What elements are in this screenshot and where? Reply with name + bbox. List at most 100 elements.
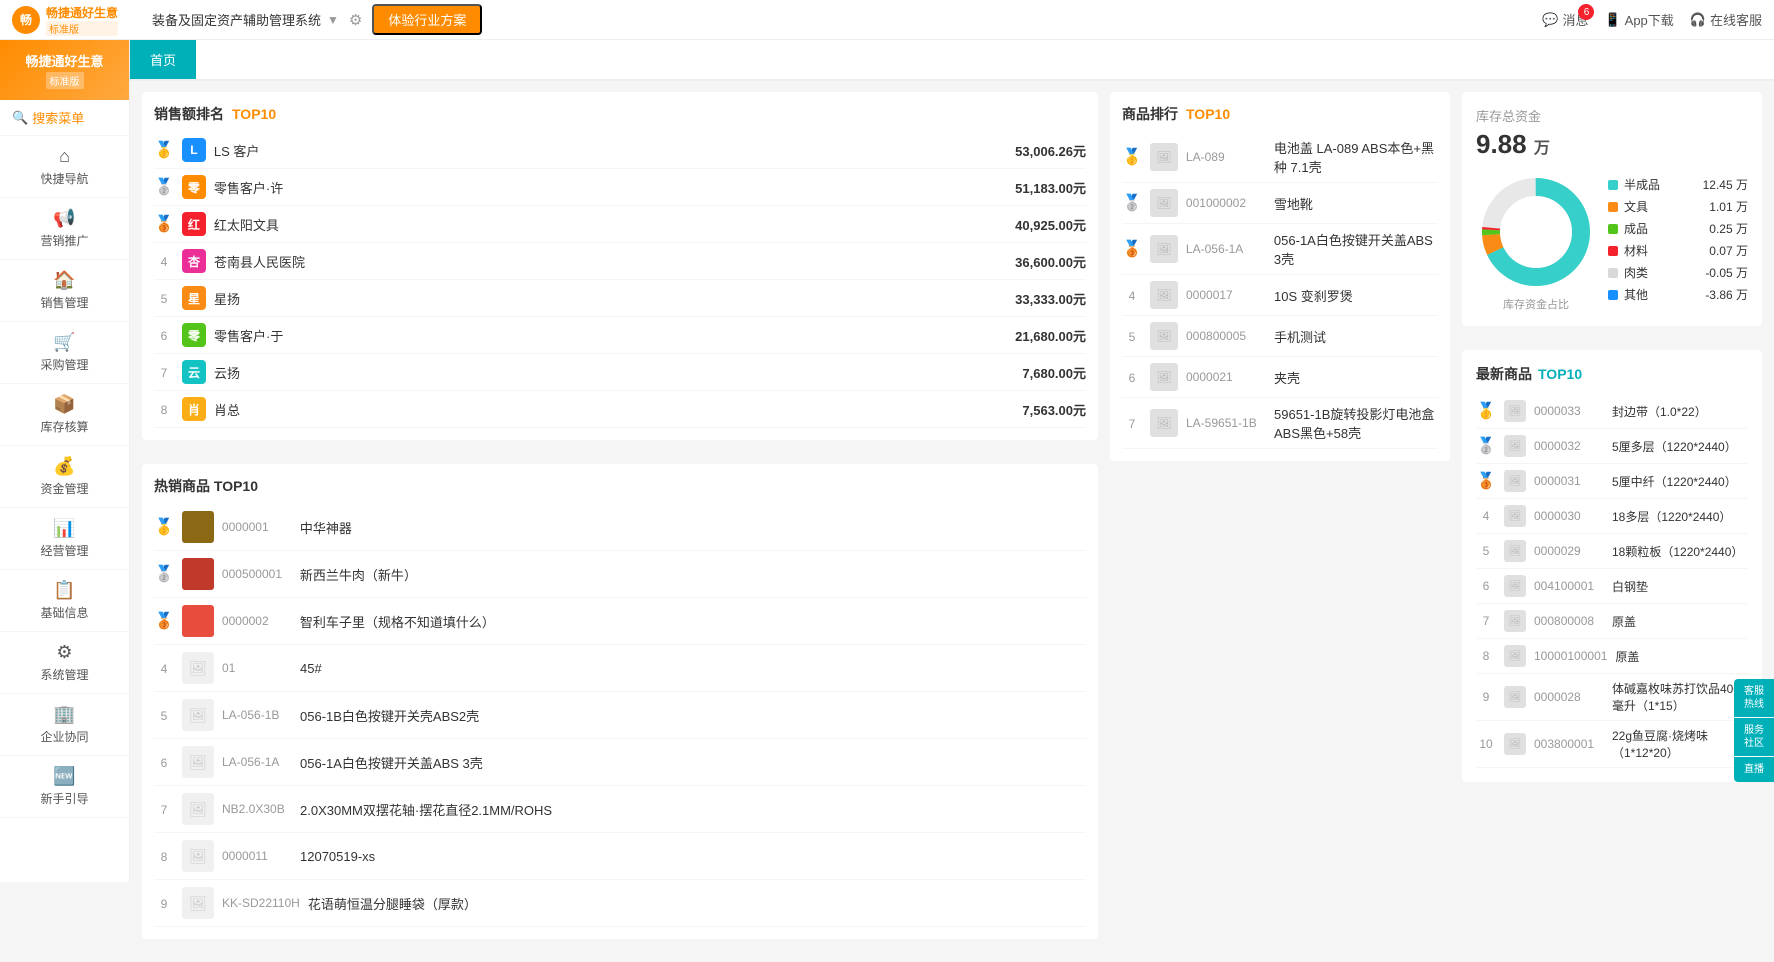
chevron-down-icon[interactable]: ▼ (327, 13, 339, 27)
sidebar-item-label: 营销推广 (40, 232, 88, 249)
sales-rank-row: 4 杏 苍南县人民医院 36,600.00元 (154, 243, 1086, 280)
sales-rank-row: 7 云 云扬 7,680.00元 (154, 354, 1086, 391)
new-product-name: 18多层（1220*2440） (1612, 508, 1748, 525)
legend-dot-finished (1608, 224, 1618, 234)
new-product-code: 000800008 (1534, 614, 1604, 628)
app-download-button[interactable]: 📱 App下载 (1604, 10, 1673, 29)
sidebar-item-marketing[interactable]: 📢 营销推广 (0, 198, 129, 260)
new-rank-num: 6 (1476, 579, 1496, 593)
messages-button[interactable]: 💬 消息 6 (1542, 10, 1588, 29)
legend-dot-semifinished (1608, 180, 1618, 190)
rank-medal: 6 (154, 328, 174, 343)
sidebar-item-finance[interactable]: 💰 资金管理 (0, 446, 129, 508)
message-badge: 6 (1578, 4, 1594, 20)
headset-icon: 🎧 (1690, 12, 1706, 28)
new-product-code: 003800001 (1534, 737, 1604, 751)
system-selector[interactable]: 装备及固定资产辅助管理系统 ▼ ⚙ (152, 10, 362, 29)
product-image (182, 605, 214, 637)
sales-ranking-title: 销售额排名 TOP10 (154, 104, 1086, 124)
product-thumb: 🖼 (182, 746, 214, 778)
sidebar-item-quick-nav[interactable]: ⌂ 快捷导航 (0, 136, 129, 198)
rank-avatar: 红 (182, 212, 206, 236)
service-community-button[interactable]: 服务社区 (1734, 718, 1774, 756)
new-product-name: 5厘多层（1220*2440） (1612, 438, 1748, 455)
rank-amount: 33,333.00元 (1015, 289, 1086, 308)
product-rank-row: 🥈 🖼 001000002 雪地靴 (1122, 183, 1438, 224)
product-rank-medal: 🥈 (1122, 193, 1142, 213)
product-name: 新西兰牛肉（新牛） (300, 565, 1086, 584)
tab-home[interactable]: 首页 (130, 40, 196, 79)
home-icon: ⌂ (59, 146, 70, 167)
product-rank-medal: 7 (1122, 416, 1142, 431)
sidebar-item-system[interactable]: ⚙ 系统管理 (0, 632, 129, 694)
hot-product-row: 8 🖼 0000011 12070519-xs (154, 833, 1086, 880)
online-service-button[interactable]: 🎧 在线客服 (1690, 10, 1762, 29)
sidebar-item-inventory[interactable]: 📦 库存核算 (0, 384, 129, 446)
legend-dot-material (1608, 246, 1618, 256)
rank-avatar: L (182, 138, 206, 162)
product-rank-medal: 9 (154, 896, 174, 911)
new-product-name: 原盖 (1615, 648, 1748, 665)
product-thumb-small: 🖼 (1150, 235, 1178, 263)
donut-chart (1476, 172, 1596, 292)
new-product-name: 5厘中纤（1220*2440） (1612, 473, 1748, 490)
product-code: 0000002 (222, 614, 292, 628)
product-name: 夹壳 (1274, 368, 1438, 387)
sidebar-item-sales[interactable]: 🏠 销售管理 (0, 260, 129, 322)
hot-product-row: 9 🖼 KK-SD22110H 花语萌恒温分腿睡袋（厚款） (154, 880, 1086, 927)
product-thumb: 🖼 (182, 699, 214, 731)
sidebar-item-basic[interactable]: 📋 基础信息 (0, 570, 129, 632)
search-menu-label: 搜索菜单 (32, 108, 84, 127)
new-rank-num: 7 (1476, 614, 1496, 628)
product-name: 电池盖 LA-089 ABS本色+黑种 7.1壳 (1274, 138, 1438, 176)
hot-product-row: 7 🖼 NB2.0X30B 2.0X30MM双摆花轴·摆花直径2.1MM/ROH… (154, 786, 1086, 833)
sidebar-logo-badge: 标准版 (46, 72, 84, 89)
new-product-code: 0000029 (1534, 544, 1604, 558)
sidebar-item-enterprise[interactable]: 🏢 企业协同 (0, 694, 129, 756)
product-code: 0000017 (1186, 288, 1266, 302)
product-name: 056-1A白色按键开关盖ABS 3壳 (300, 753, 1086, 772)
product-rank-medal: 6 (154, 755, 174, 770)
nav-tabs: 首页 (130, 40, 1774, 81)
sidebar-item-guide[interactable]: 🆕 新手引导 (0, 756, 129, 818)
search-menu[interactable]: 🔍 搜索菜单 (0, 100, 129, 136)
sidebar-item-operation[interactable]: 📊 经营管理 (0, 508, 129, 570)
product-ranking-rows: 🥇 🖼 LA-089 电池盖 LA-089 ABS本色+黑种 7.1壳 🥈 🖼 … (1122, 132, 1438, 449)
product-thumb: 🖼 (182, 652, 214, 684)
trial-button[interactable]: 体验行业方案 (372, 4, 482, 35)
product-rank-medal: 🥉 (1122, 239, 1142, 259)
marketing-icon: 📢 (53, 208, 75, 229)
customer-hotline-button[interactable]: 客服热线 (1734, 679, 1774, 717)
sidebar-item-purchase[interactable]: 🛒 采购管理 (0, 322, 129, 384)
sales-ranking-badge: TOP10 (232, 106, 276, 122)
logo-title: 畅捷通好生意 (46, 4, 118, 21)
new-rank-num: 4 (1476, 509, 1496, 523)
sales-ranking-label: 销售额排名 (154, 104, 224, 124)
inventory-unit: 万 (1534, 140, 1550, 157)
product-name: 10S 变刹罗煲 (1274, 286, 1438, 305)
rank-amount: 7,680.00元 (1022, 363, 1086, 382)
new-product-code: 004100001 (1534, 579, 1604, 593)
basic-icon: 📋 (53, 580, 75, 601)
new-product-thumb: 🖼 (1504, 645, 1526, 667)
sales-rank-row: 6 零 零售客户·于 21,680.00元 (154, 317, 1086, 354)
sales-rank-row: 🥇 L LS 客户 53,006.26元 (154, 132, 1086, 169)
sales-rank-row: 🥈 零 零售客户·许 51,183.00元 (154, 169, 1086, 206)
sidebar-item-label: 基础信息 (40, 604, 88, 621)
gear-icon[interactable]: ⚙ (349, 11, 362, 29)
guide-icon: 🆕 (53, 766, 75, 787)
product-name: 2.0X30MM双摆花轴·摆花直径2.1MM/ROHS (300, 800, 1086, 819)
product-rank-row: 5 🖼 000800005 手机测试 (1122, 316, 1438, 357)
product-thumb-small: 🖼 (1150, 189, 1178, 217)
live-button[interactable]: 直播 (1734, 757, 1774, 782)
float-service: 客服热线 服务社区 直播 (1734, 679, 1774, 782)
rank-name: 苍南县人民医院 (214, 252, 1007, 271)
rank-medal: 4 (154, 254, 174, 269)
product-rank-row: 6 🖼 0000021 夹壳 (1122, 357, 1438, 398)
new-product-code: 0000030 (1534, 509, 1604, 523)
product-code: LA-056-1B (222, 708, 292, 722)
product-code: LA-056-1A (222, 755, 292, 769)
newest-product-row: 7 🖼 000800008 原盖 (1476, 604, 1748, 639)
legend-item: 文具 1.01 万 (1608, 198, 1748, 215)
system-icon: ⚙ (56, 642, 72, 663)
